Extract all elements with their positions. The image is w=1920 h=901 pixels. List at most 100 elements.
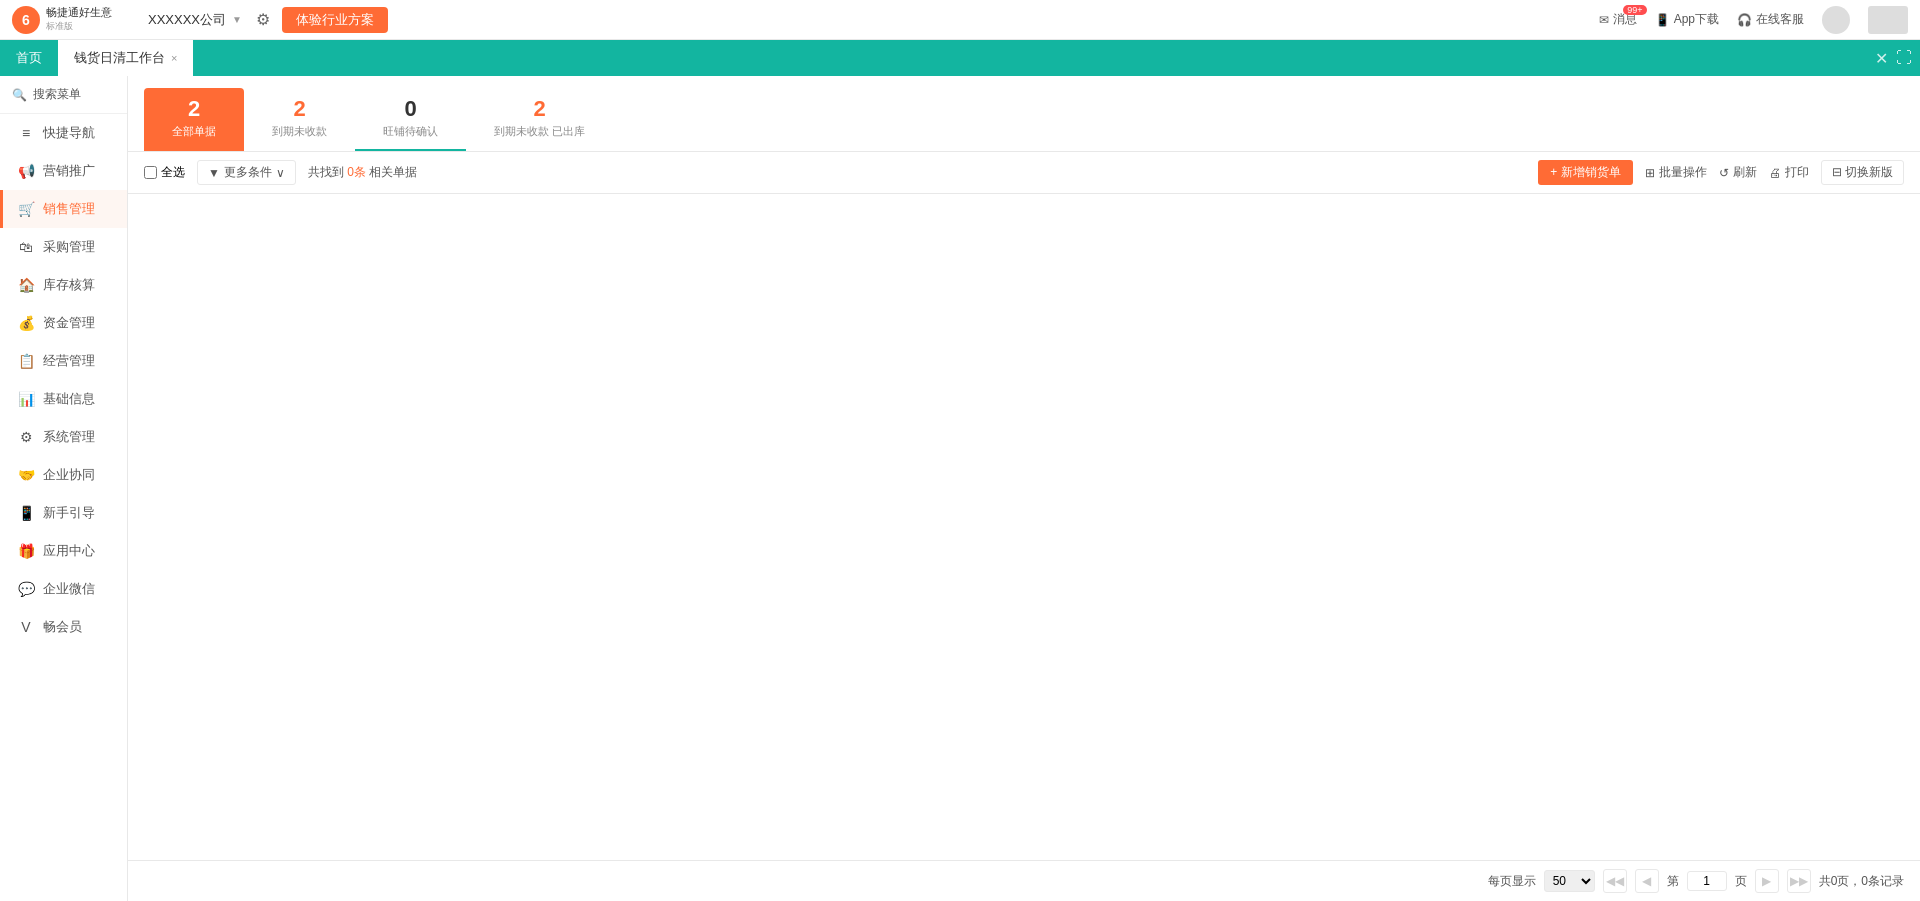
sidebar-item-purchase[interactable]: 🛍 采购管理	[0, 228, 127, 266]
sidebar-item-system[interactable]: ⚙ 系统管理	[0, 418, 127, 456]
inventory-icon: 🏠	[17, 277, 35, 293]
app-name: 畅捷通好生意	[46, 6, 112, 19]
next-page-button[interactable]: ▶	[1755, 869, 1779, 893]
online-service-label: 在线客服	[1756, 11, 1804, 28]
page-number-input[interactable]	[1687, 871, 1727, 891]
minimize-icon[interactable]: ✕	[1875, 49, 1888, 68]
header-right: ✉ 消息 99+ 📱 App下载 🎧 在线客服	[1599, 6, 1908, 34]
cooperation-icon: 🤝	[17, 467, 35, 483]
tab-cash-flow-label: 钱货日清工作台	[74, 49, 165, 67]
marketing-icon: 📢	[17, 163, 35, 179]
stat-tab-overdue[interactable]: 2 到期未收款	[244, 88, 355, 151]
online-service-button[interactable]: 🎧 在线客服	[1737, 11, 1804, 28]
sidebar-item-sales[interactable]: 🛒 销售管理	[0, 190, 127, 228]
logo-icon: 6	[12, 6, 40, 34]
sidebar-item-quick-nav[interactable]: ≡ 快捷导航	[0, 114, 127, 152]
batch-label: 批量操作	[1659, 164, 1707, 181]
operations-icon: 📋	[17, 353, 35, 369]
sidebar-label: 企业微信	[43, 580, 95, 598]
stat-tab-all[interactable]: 2 全部单据	[144, 88, 244, 151]
pagination: 每页显示 50 100 200 ◀◀ ◀ 第 页 ▶ ▶▶ 共0页，0条记录	[128, 860, 1920, 901]
nav-right-icons: ✕ ⛶	[1875, 49, 1920, 68]
stat-label-overdue: 到期未收款	[272, 124, 327, 139]
sidebar-label: 应用中心	[43, 542, 95, 560]
last-page-button[interactable]: ▶▶	[1787, 869, 1811, 893]
select-all-label: 全选	[161, 164, 185, 181]
company-selector[interactable]: XXXXXX公司 ▼ ⚙	[148, 10, 270, 29]
filter-chevron-icon: ∨	[276, 166, 285, 180]
stat-label-all: 全部单据	[172, 124, 216, 139]
sidebar-item-cooperation[interactable]: 🤝 企业协同	[0, 456, 127, 494]
headset-icon: 🎧	[1737, 13, 1752, 27]
main-layout: 🔍 搜索菜单 ≡ 快捷导航 📢 营销推广 🛒 销售管理 🛍 采购管理 🏠 库存核…	[0, 76, 1920, 901]
lightning-icon: ≡	[17, 125, 35, 141]
app-download-icon: 📱	[1655, 13, 1670, 27]
table-area	[128, 194, 1920, 860]
toolbar-right: + 新增销货单 ⊞ 批量操作 ↺ 刷新 🖨 打印 ⊟ 切换新版	[1538, 160, 1904, 185]
sidebar-label: 采购管理	[43, 238, 95, 256]
stat-label-pending: 旺铺待确认	[383, 124, 438, 139]
company-dropdown-icon[interactable]: ▼	[232, 14, 242, 25]
page-label-pre: 第	[1667, 873, 1679, 890]
batch-button[interactable]: ⊞ 批量操作	[1645, 164, 1707, 181]
print-icon: 🖨	[1769, 166, 1781, 180]
sidebar-item-inventory[interactable]: 🏠 库存核算	[0, 266, 127, 304]
sidebar-item-guide[interactable]: 📱 新手引导	[0, 494, 127, 532]
sidebar-label: 新手引导	[43, 504, 95, 522]
app-download-button[interactable]: 📱 App下载	[1655, 11, 1719, 28]
basic-info-icon: 📊	[17, 391, 35, 407]
sidebar-item-member[interactable]: V 畅会员	[0, 608, 127, 646]
switch-version-button[interactable]: ⊟ 切换新版	[1821, 160, 1904, 185]
page-size-select[interactable]: 50 100 200	[1544, 870, 1595, 892]
stat-num-pending: 0	[404, 96, 416, 122]
tab-close-icon[interactable]: ×	[171, 52, 177, 64]
print-button[interactable]: 🖨 打印	[1769, 164, 1809, 181]
tab-cash-flow[interactable]: 钱货日清工作台 ×	[58, 40, 193, 76]
add-sale-button[interactable]: + 新增销货单	[1538, 160, 1632, 185]
tab-home-label: 首页	[16, 49, 42, 67]
avatar[interactable]	[1822, 6, 1850, 34]
sidebar-item-basic-info[interactable]: 📊 基础信息	[0, 380, 127, 418]
select-all-input[interactable]	[144, 166, 157, 179]
filter-icon: ▼	[208, 166, 220, 180]
switch-label: 切换新版	[1845, 165, 1893, 179]
stat-num-overdue: 2	[293, 96, 305, 122]
top-header: 6 畅捷通好生意 标准版 XXXXXX公司 ▼ ⚙ 体验行业方案 ✉ 消息 99…	[0, 0, 1920, 40]
tab-home[interactable]: 首页	[0, 40, 58, 76]
filter-button[interactable]: ▼ 更多条件 ∨	[197, 160, 296, 185]
maximize-icon[interactable]: ⛶	[1896, 49, 1912, 67]
first-page-button[interactable]: ◀◀	[1603, 869, 1627, 893]
sidebar-item-wechat[interactable]: 💬 企业微信	[0, 570, 127, 608]
stat-label-shipped: 到期未收款 已出库	[494, 124, 585, 139]
message-badge: 99+	[1623, 5, 1646, 15]
sidebar-label: 经营管理	[43, 352, 95, 370]
guide-icon: 📱	[17, 505, 35, 521]
sales-icon: 🛒	[17, 201, 35, 217]
found-count: 0条	[347, 165, 366, 179]
sidebar-search[interactable]: 🔍 搜索菜单	[0, 76, 127, 114]
sidebar-label: 销售管理	[43, 200, 95, 218]
sidebar-label: 畅会员	[43, 618, 82, 636]
nav-tabs: 首页 钱货日清工作台 × ✕ ⛶	[0, 40, 1920, 76]
app-center-icon: 🎁	[17, 543, 35, 559]
system-icon: ⚙	[17, 429, 35, 445]
sidebar-item-finance[interactable]: 💰 资金管理	[0, 304, 127, 342]
refresh-button[interactable]: ↺ 刷新	[1719, 164, 1757, 181]
user-name-area[interactable]	[1868, 6, 1908, 34]
trial-button[interactable]: 体验行业方案	[282, 7, 388, 33]
found-text: 共找到 0条 相关单据	[308, 164, 417, 181]
message-button[interactable]: ✉ 消息 99+	[1599, 11, 1637, 28]
sidebar-item-app-center[interactable]: 🎁 应用中心	[0, 532, 127, 570]
company-name: XXXXXX公司	[148, 11, 226, 29]
sidebar-item-operations[interactable]: 📋 经营管理	[0, 342, 127, 380]
stat-tab-shipped[interactable]: 2 到期未收款 已出库	[466, 88, 613, 151]
sidebar-item-marketing[interactable]: 📢 营销推广	[0, 152, 127, 190]
select-all-checkbox[interactable]: 全选	[144, 164, 185, 181]
content-area: 2 全部单据 2 到期未收款 0 旺铺待确认 2 到期未收款 已出库 全选	[128, 76, 1920, 901]
purchase-icon: 🛍	[17, 239, 35, 255]
sidebar-label: 资金管理	[43, 314, 95, 332]
sidebar-label: 营销推广	[43, 162, 95, 180]
prev-page-button[interactable]: ◀	[1635, 869, 1659, 893]
settings-icon[interactable]: ⚙	[256, 10, 270, 29]
stat-tab-pending[interactable]: 0 旺铺待确认	[355, 88, 466, 151]
